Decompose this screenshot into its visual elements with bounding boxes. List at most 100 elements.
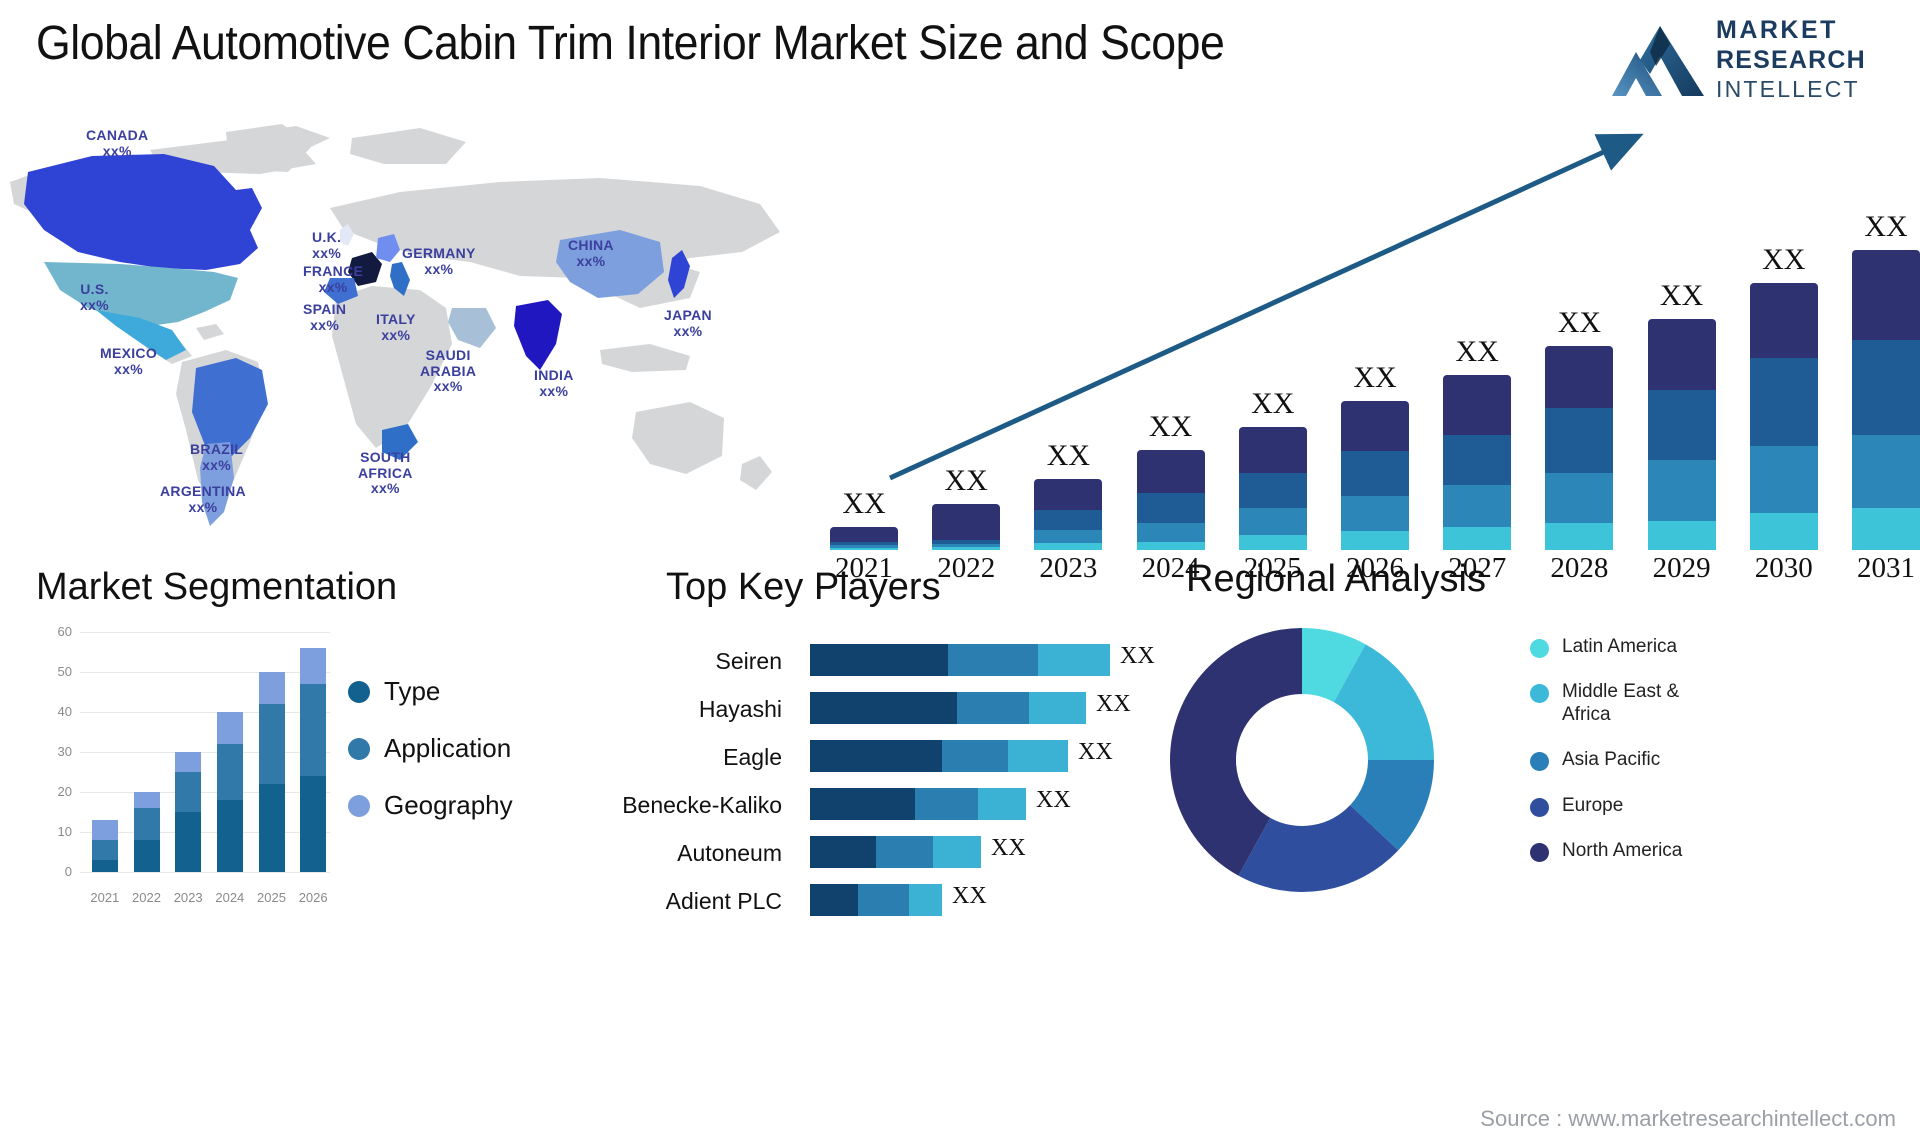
player-bar (810, 740, 1068, 772)
player-bar-segment (957, 692, 1029, 724)
map-label-name: JAPAN (664, 307, 712, 323)
map-label-italy: ITALY xx% (376, 311, 416, 343)
map-label-spain: SPAIN xx% (303, 301, 346, 333)
forecast-bar-segment (1034, 510, 1103, 531)
logo-mountain-icon (1612, 26, 1704, 96)
map-label-value: xx% (576, 252, 606, 269)
player-bar-segment (876, 836, 933, 868)
map-label-value: xx% (370, 480, 400, 497)
forecast-bar-segment (1136, 450, 1205, 493)
forecast-bar-segment (1136, 522, 1205, 542)
segmentation-legend-item: Geography (348, 790, 513, 821)
forecast-bar-segment (1647, 318, 1716, 390)
forecast-bar-segment (1443, 527, 1512, 550)
segmentation-bar-segment (216, 800, 243, 872)
forecast-bar-segment (1341, 401, 1409, 452)
map-label-value: xx% (80, 296, 109, 313)
segmentation-bar-segment (133, 808, 160, 840)
player-bar-segment (978, 788, 1026, 820)
regional-legend-item: Asia Pacific (1530, 749, 1722, 772)
forecast-bar-segment (1034, 530, 1103, 543)
forecast-bar-segment (1034, 479, 1103, 511)
forecast-bar (1238, 427, 1307, 550)
segmentation-x-label: 2025 (257, 890, 286, 905)
segmentation-y-tick: 50 (57, 664, 72, 679)
segmentation-y-tick: 10 (57, 824, 72, 839)
player-bar (810, 836, 981, 868)
legend-color-swatch (1530, 797, 1549, 817)
map-label-value: xx% (673, 322, 703, 339)
regional-analysis-panel: Regional Analysis Latin America Middle Ea… (1150, 558, 1920, 938)
regional-legend: Latin America Middle East & Africa Asia Pa… (1530, 636, 1722, 885)
segmentation-bar-segment (133, 792, 160, 808)
segmentation-bar-segment (258, 704, 285, 784)
forecast-bar-segment (1341, 531, 1409, 550)
forecast-bar (1852, 250, 1920, 550)
map-label-mexico: MEXICO xx% (100, 345, 158, 377)
player-bar-segment (933, 836, 981, 868)
forecast-bar-segment (1136, 492, 1205, 523)
forecast-bar-segment (1852, 339, 1920, 436)
forecast-bar-segment (1238, 535, 1307, 550)
forecast-bar-value: XX (1455, 335, 1499, 368)
map-label-name: MEXICO (100, 345, 158, 361)
map-label-value: xx% (381, 326, 411, 343)
legend-color-swatch (348, 680, 370, 703)
forecast-bar-segment (1647, 520, 1716, 550)
segmentation-y-tick: 40 (57, 704, 72, 719)
player-bar-segment (810, 836, 876, 868)
player-name: Seiren (715, 648, 782, 674)
player-bar-segment (942, 740, 1008, 772)
forecast-bar-value: XX (1557, 305, 1602, 339)
player-bar (810, 884, 942, 916)
players-title: Top Key Players (666, 566, 941, 608)
forecast-bar-segment (1749, 283, 1818, 359)
player-bar-segment (810, 788, 915, 820)
map-label-u-k-: U.K. xx% (312, 229, 342, 261)
map-label-value: xx% (188, 498, 218, 515)
segmentation-legend: Type Application Geography (348, 676, 513, 847)
forecast-bar-segment (1749, 512, 1818, 550)
segmentation-bar (300, 648, 327, 872)
map-label-name: U.K. (312, 229, 342, 245)
forecast-bar-value: XX (1046, 439, 1091, 473)
legend-color-swatch (348, 794, 370, 817)
forecast-bar-value: XX (1353, 361, 1397, 395)
map-label-name: ITALY (376, 311, 416, 327)
legend-label: Application (384, 733, 512, 763)
world-map-panel: CANADA xx% U.S. xx% MEXICO xx% BRAZIL xx% ARGENT… (0, 112, 860, 562)
legend-color-swatch (1530, 843, 1549, 863)
player-bar-segment (810, 740, 942, 772)
map-label-india: INDIA xx% (534, 367, 574, 399)
segmentation-bar-segment (175, 772, 202, 812)
segmentation-bar-segment (300, 648, 327, 684)
player-row: Seiren XX (520, 643, 1155, 683)
player-bar (810, 692, 1086, 724)
segmentation-title: Market Segmentation (36, 566, 398, 608)
forecast-bar-value: XX (1762, 243, 1806, 277)
player-bar-segment (810, 884, 858, 916)
forecast-bar-segment (1545, 408, 1614, 473)
player-bar-segment (915, 788, 978, 820)
forecast-bar (932, 504, 1001, 550)
map-label-value: xx% (433, 378, 463, 395)
segmentation-bar (91, 820, 118, 872)
segmentation-legend-item: Application (348, 733, 513, 764)
legend-label: Middle East & Africa (1562, 681, 1680, 725)
segmentation-bar-segment (133, 840, 160, 872)
forecast-bar-value: XX (1659, 278, 1704, 312)
forecast-bar-segment (1238, 427, 1307, 473)
segmentation-y-tick: 20 (57, 784, 72, 799)
forecast-bar-segment (1341, 451, 1409, 496)
logo-line-intellect: INTELLECT (1716, 76, 1860, 102)
forecast-bar-segment (1034, 542, 1103, 550)
map-label-name: INDIA (534, 367, 574, 383)
player-bar-segment (1029, 692, 1086, 724)
map-label-name: CANADA (86, 127, 149, 143)
player-bar (810, 644, 1110, 676)
map-label-name: SOUTH AFRICA (358, 449, 413, 481)
map-label-china: CHINA xx% (568, 237, 614, 269)
market-segmentation-panel: Market Segmentation 0 10 20 30 40 50 60 2021 202… (18, 566, 518, 926)
player-bar-segment (810, 692, 957, 724)
regional-donut-chart (1170, 628, 1434, 892)
